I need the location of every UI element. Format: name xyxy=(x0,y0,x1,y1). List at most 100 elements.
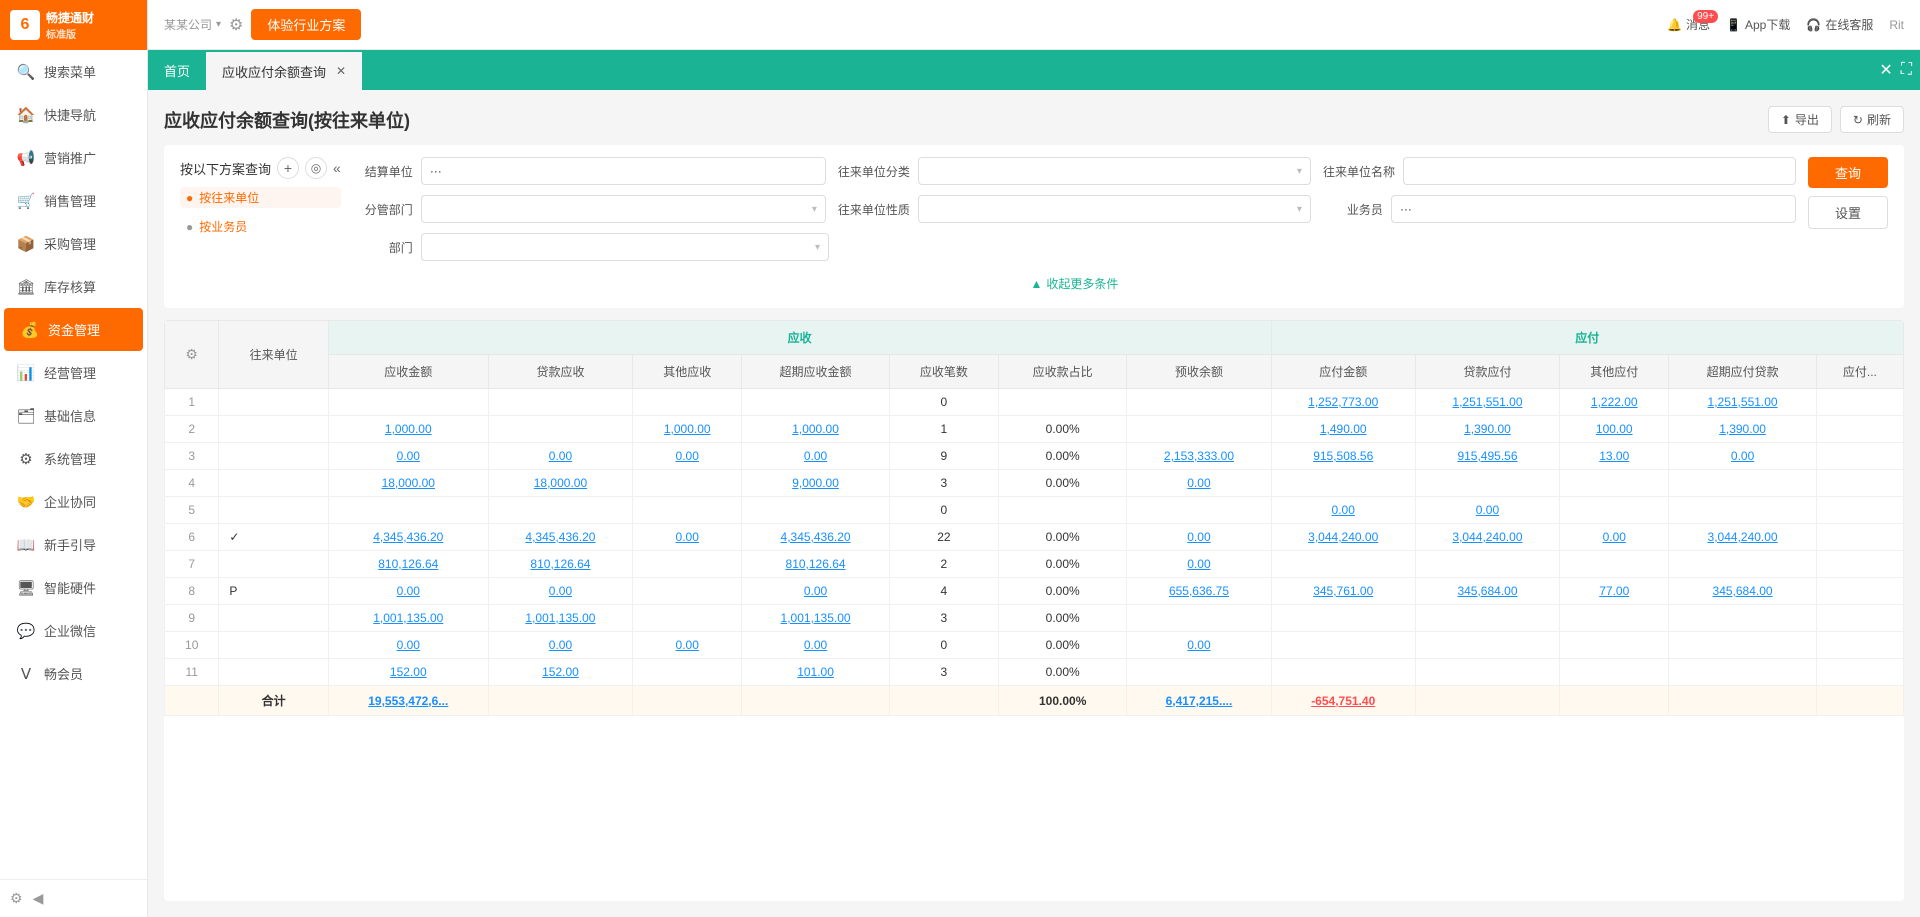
row-ar_loan[interactable]: 18,000.00 xyxy=(488,470,632,497)
row-ap_loan[interactable]: 1,390.00 xyxy=(1415,416,1559,443)
row-ap_other[interactable]: 100.00 xyxy=(1560,416,1669,443)
sidebar-item-system[interactable]: ⚙ 系统管理 xyxy=(0,437,147,480)
row-ar_loan[interactable]: 0.00 xyxy=(488,632,632,659)
sidebar-item-member[interactable]: Ⅴ 畅会员 xyxy=(0,652,147,695)
row-ap_amt[interactable]: 1,252,773.00 xyxy=(1271,389,1415,416)
settlement-unit-input[interactable]: ··· xyxy=(421,157,826,185)
row-ap_overdue[interactable]: 1,251,551.00 xyxy=(1669,389,1816,416)
row-prepay[interactable]: 655,636.75 xyxy=(1127,578,1271,605)
subdept-input[interactable]: ▾ xyxy=(421,233,829,261)
sidebar-item-collab[interactable]: 🤝 企业协同 xyxy=(0,480,147,523)
row-ap_amt[interactable]: 3,044,240.00 xyxy=(1271,524,1415,551)
row-ar_overdue[interactable]: 0.00 xyxy=(742,578,889,605)
sidebar-item-inventory[interactable]: 🏛 库存核算 xyxy=(0,265,147,308)
row-ar_amt[interactable]: 152.00 xyxy=(328,659,488,686)
row-ap_other[interactable]: 0.00 xyxy=(1560,524,1669,551)
row-ar_overdue[interactable]: 9,000.00 xyxy=(742,470,889,497)
sidebar-settings-btn[interactable]: ⚙ xyxy=(10,890,23,907)
sidebar-item-sales[interactable]: 🛒 销售管理 xyxy=(0,179,147,222)
row-ap_other[interactable]: 13.00 xyxy=(1560,443,1669,470)
row-ar_other[interactable]: 0.00 xyxy=(633,443,742,470)
row-prepay[interactable]: 0.00 xyxy=(1127,524,1271,551)
tab-ar-ap[interactable]: 应收应付余额查询 ✕ xyxy=(206,50,362,90)
row-ap_loan[interactable]: 345,684.00 xyxy=(1415,578,1559,605)
row-ap_overdue[interactable]: 345,684.00 xyxy=(1669,578,1816,605)
row-ar_overdue[interactable]: 101.00 xyxy=(742,659,889,686)
sidebar-item-guide[interactable]: 📖 新手引导 xyxy=(0,523,147,566)
sidebar-item-operation[interactable]: 📊 经营管理 xyxy=(0,351,147,394)
total-ap-amt[interactable]: -654,751.40 xyxy=(1271,686,1415,716)
online-service-button[interactable]: 🎧 在线客服 xyxy=(1806,16,1873,33)
row-ap_overdue[interactable]: 1,390.00 xyxy=(1669,416,1816,443)
filter-scheme-by-unit[interactable]: ● 按往来单位 xyxy=(180,187,341,208)
row-ap_loan[interactable]: 0.00 xyxy=(1415,497,1559,524)
sidebar-item-basic[interactable]: 🗂 基础信息 xyxy=(0,394,147,437)
row-ap_loan[interactable]: 3,044,240.00 xyxy=(1415,524,1559,551)
row-ar_loan[interactable]: 1,001,135.00 xyxy=(488,605,632,632)
row-ar_amt[interactable]: 4,345,436.20 xyxy=(328,524,488,551)
row-ap_amt[interactable]: 1,490.00 xyxy=(1271,416,1415,443)
row-ar_other[interactable]: 0.00 xyxy=(633,524,742,551)
row-ar_amt[interactable]: 810,126.64 xyxy=(328,551,488,578)
sidebar-item-wechat[interactable]: 💬 企业微信 xyxy=(0,609,147,652)
query-button[interactable]: 查询 xyxy=(1808,157,1888,188)
filter-left-collapse-btn[interactable]: « xyxy=(333,160,341,176)
total-ar-amt[interactable]: 19,553,472,6... xyxy=(328,686,488,716)
sidebar-item-hardware[interactable]: 🖥 智能硬件 xyxy=(0,566,147,609)
app-download-button[interactable]: 📱 App下载 xyxy=(1726,16,1790,33)
filter-scheme-by-employee[interactable]: ● 按业务员 xyxy=(180,216,341,237)
dept-input[interactable]: ▾ xyxy=(421,195,826,223)
tab-expand-icon[interactable]: ⛶ xyxy=(1901,61,1912,79)
row-prepay[interactable]: 0.00 xyxy=(1127,632,1271,659)
sidebar-item-marketing[interactable]: 📢 营销推广 xyxy=(0,136,147,179)
row-ar_amt[interactable]: 18,000.00 xyxy=(328,470,488,497)
row-ar_loan[interactable]: 0.00 xyxy=(488,578,632,605)
row-ar_loan[interactable]: 0.00 xyxy=(488,443,632,470)
row-ar_amt[interactable]: 0.00 xyxy=(328,443,488,470)
unit-name-input[interactable] xyxy=(1403,157,1796,185)
refresh-button[interactable]: ↻ 刷新 xyxy=(1840,106,1904,133)
row-prepay[interactable]: 0.00 xyxy=(1127,551,1271,578)
row-prepay[interactable]: 0.00 xyxy=(1127,470,1271,497)
sidebar-collapse-btn[interactable]: ◀ xyxy=(33,890,44,907)
tab-close-icon[interactable]: ✕ xyxy=(336,64,346,78)
topbar-company[interactable]: 某某公司 ▾ xyxy=(164,16,221,33)
row-ap_loan[interactable]: 1,251,551.00 xyxy=(1415,389,1559,416)
row-ap_loan[interactable]: 915,495.56 xyxy=(1415,443,1559,470)
sidebar-item-purchase[interactable]: 📦 采购管理 xyxy=(0,222,147,265)
total-prepay[interactable]: 6,417,215.... xyxy=(1127,686,1271,716)
row-ar_other[interactable]: 0.00 xyxy=(633,632,742,659)
row-ar_overdue[interactable]: 4,345,436.20 xyxy=(742,524,889,551)
row-ar_overdue[interactable]: 810,126.64 xyxy=(742,551,889,578)
row-ar_amt[interactable]: 0.00 xyxy=(328,632,488,659)
row-ap_other[interactable]: 1,222.00 xyxy=(1560,389,1669,416)
message-button[interactable]: 🔔 消息 99+ xyxy=(1667,16,1710,33)
row-ar_loan[interactable]: 152.00 xyxy=(488,659,632,686)
sidebar-item-finance[interactable]: 💰 资金管理 xyxy=(4,308,143,351)
filter-add-button[interactable]: + xyxy=(277,157,299,179)
sidebar-item-quick-nav[interactable]: 🏠 快捷导航 xyxy=(0,93,147,136)
table-settings-icon[interactable]: ⚙ xyxy=(185,346,198,362)
row-ap_amt[interactable]: 345,761.00 xyxy=(1271,578,1415,605)
row-ap_amt[interactable]: 915,508.56 xyxy=(1271,443,1415,470)
row-ar_amt[interactable]: 1,000.00 xyxy=(328,416,488,443)
sidebar-item-search[interactable]: 🔍 搜索菜单 xyxy=(0,50,147,93)
row-ap_overdue[interactable]: 0.00 xyxy=(1669,443,1816,470)
row-ar_other[interactable]: 1,000.00 xyxy=(633,416,742,443)
row-ap_amt[interactable]: 0.00 xyxy=(1271,497,1415,524)
row-ar_overdue[interactable]: 0.00 xyxy=(742,443,889,470)
row-ap_other[interactable]: 77.00 xyxy=(1560,578,1669,605)
row-ar_loan[interactable]: 810,126.64 xyxy=(488,551,632,578)
unit-nature-input[interactable]: ▾ xyxy=(918,195,1311,223)
trial-button[interactable]: 体验行业方案 xyxy=(251,9,361,40)
row-ar_amt[interactable]: 0.00 xyxy=(328,578,488,605)
export-button[interactable]: ⬆ 导出 xyxy=(1768,106,1832,133)
tab-close-all-icon[interactable]: ✕ xyxy=(1879,60,1892,80)
tab-home[interactable]: 首页 xyxy=(148,50,206,90)
row-ar_amt[interactable]: 1,001,135.00 xyxy=(328,605,488,632)
unit-category-input[interactable]: ▾ xyxy=(918,157,1311,185)
row-ar_loan[interactable]: 4,345,436.20 xyxy=(488,524,632,551)
filter-target-button[interactable]: ◎ xyxy=(305,157,327,179)
row-ar_overdue[interactable]: 1,001,135.00 xyxy=(742,605,889,632)
topbar-gear-icon[interactable]: ⚙ xyxy=(229,15,243,35)
